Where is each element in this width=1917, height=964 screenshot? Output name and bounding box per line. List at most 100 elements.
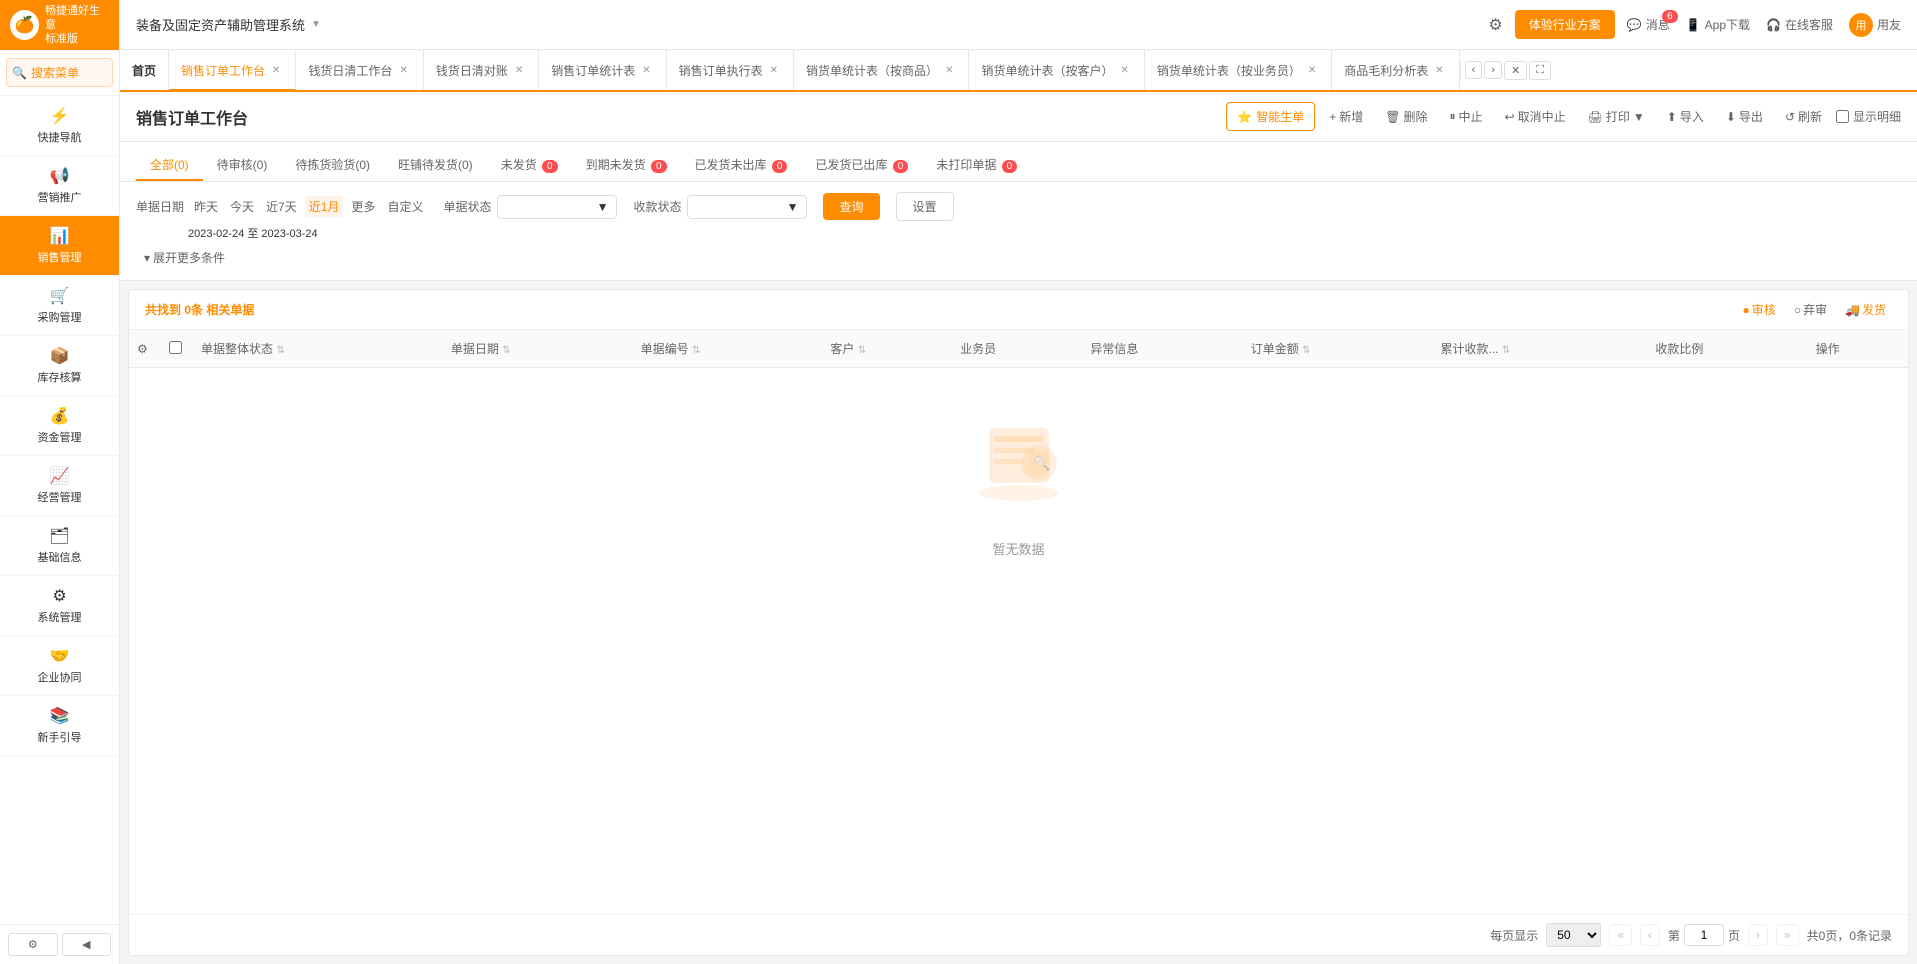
search-menu-button[interactable]: 🔍 搜索菜单 bbox=[6, 58, 113, 87]
date-option-yesterday[interactable]: 昨天 bbox=[190, 196, 222, 217]
sidebar-item-guide[interactable]: 📚 新手引导 bbox=[0, 696, 119, 756]
date-option-7days[interactable]: 近7天 bbox=[262, 196, 301, 217]
tab-fullscreen-button[interactable]: ⛶ bbox=[1529, 61, 1551, 80]
topbar-settings-icon[interactable]: ⚙ bbox=[1488, 15, 1502, 35]
filter-tab-wangpu-ship[interactable]: 旺铺待发货(0) bbox=[384, 150, 487, 181]
trial-button[interactable]: 体验行业方案 bbox=[1515, 10, 1615, 39]
sidebar-collapse-button[interactable]: ◀ bbox=[62, 933, 112, 956]
tab-cash-daily[interactable]: 钱货日清工作台 ✕ bbox=[296, 50, 423, 90]
sidebar-item-quick-nav[interactable]: ⚡ 快捷导航 bbox=[0, 96, 119, 156]
tab-close-all-button[interactable]: ✕ bbox=[1504, 61, 1527, 80]
export-button[interactable]: ⬇ 导出 bbox=[1718, 104, 1771, 129]
bulk-review-button[interactable]: ● 审核 bbox=[1737, 298, 1782, 321]
table-header-row: ⚙ 单据整体状态 ⇅ 单据日期 ⇅ bbox=[129, 330, 1908, 368]
sort-amount-icon[interactable]: ⇅ bbox=[1302, 345, 1310, 356]
sort-collected-icon[interactable]: ⇅ bbox=[1502, 345, 1510, 356]
filter-tab-pending-inspect[interactable]: 待拣货验货(0) bbox=[281, 150, 384, 181]
filter-tab-shipped-out[interactable]: 已发货已出库 0 bbox=[801, 150, 922, 181]
filter-tab-not-printed[interactable]: 未打印单据 0 bbox=[922, 150, 1031, 181]
sales-workbench-tab-close[interactable]: ✕ bbox=[269, 64, 283, 77]
sort-date-icon[interactable]: ⇅ bbox=[502, 345, 510, 356]
refresh-button[interactable]: ↺ 刷新 bbox=[1777, 104, 1830, 129]
smart-create-button[interactable]: ⭐ 智能生单 bbox=[1226, 102, 1315, 131]
settings-button[interactable]: 设置 bbox=[896, 192, 954, 221]
cash-reconcile-tab-close[interactable]: ✕ bbox=[512, 64, 526, 77]
date-option-more[interactable]: 更多 bbox=[347, 196, 379, 217]
sidebar-settings-button[interactable]: ⚙ bbox=[8, 933, 58, 956]
message-action[interactable]: 💬 消息 6 bbox=[1627, 16, 1670, 33]
cash-daily-tab-close[interactable]: ✕ bbox=[396, 64, 410, 77]
show-detail-checkbox[interactable]: 显示明细 bbox=[1836, 108, 1901, 125]
expand-button[interactable]: ▾ 展开更多条件 bbox=[136, 245, 1901, 270]
cancel-suspend-button[interactable]: ↩ 取消中止 bbox=[1497, 104, 1574, 129]
import-button[interactable]: ⬆ 导入 bbox=[1659, 104, 1712, 129]
status-select[interactable]: ▼ bbox=[497, 195, 617, 219]
show-detail-input[interactable] bbox=[1836, 110, 1849, 123]
dropdown-arrow-icon: ▼ bbox=[311, 19, 321, 30]
tab-sales-workbench[interactable]: 销售订单工作台 ✕ bbox=[169, 51, 296, 91]
last-page-button[interactable]: » bbox=[1776, 924, 1799, 946]
user-action[interactable]: 用 用友 bbox=[1849, 13, 1901, 37]
filter-tab-all[interactable]: 全部(0) bbox=[136, 150, 203, 181]
tab-sales-stats[interactable]: 销售订单统计表 ✕ bbox=[539, 50, 666, 90]
date-option-1month[interactable]: 近1月 bbox=[305, 196, 344, 217]
date-option-today[interactable]: 今天 bbox=[226, 196, 258, 217]
sidebar-item-collab[interactable]: 🤝 企业协同 bbox=[0, 636, 119, 696]
tab-prev-button[interactable]: ‹ bbox=[1465, 61, 1483, 79]
sidebar-item-inventory[interactable]: 📦 库存核算 bbox=[0, 336, 119, 396]
tab-sales-summary-staff[interactable]: 销货单统计表（按业务员） ✕ bbox=[1145, 50, 1332, 90]
col-header-status: 单据整体状态 ⇅ bbox=[193, 330, 443, 368]
purchase-icon: 🛒 bbox=[50, 286, 70, 306]
add-button[interactable]: + 新增 bbox=[1321, 104, 1371, 129]
app-download-action[interactable]: 📱 App下载 bbox=[1686, 16, 1750, 33]
quick-nav-icon: ⚡ bbox=[50, 106, 70, 126]
sidebar-item-sales[interactable]: 📊 销售管理 bbox=[0, 216, 119, 276]
prev-page-button[interactable]: ‹ bbox=[1640, 924, 1660, 946]
page-size-select[interactable]: 20 50 100 bbox=[1546, 923, 1601, 947]
query-button[interactable]: 查询 bbox=[823, 193, 879, 220]
first-page-button[interactable]: « bbox=[1609, 924, 1632, 946]
bulk-ship-button[interactable]: 🚚 发货 bbox=[1839, 298, 1892, 321]
home-tab-label: 首页 bbox=[132, 62, 156, 79]
cash-daily-tab-label: 钱货日清工作台 bbox=[308, 62, 392, 79]
sidebar-item-basic-info[interactable]: 🗂 基础信息 bbox=[0, 516, 119, 576]
sales-exec-tab-close[interactable]: ✕ bbox=[767, 64, 781, 77]
gross-profit-tab-close[interactable]: ✕ bbox=[1432, 64, 1446, 77]
sales-summary-product-tab-close[interactable]: ✕ bbox=[942, 64, 956, 77]
sidebar-item-system[interactable]: ⚙ 系统管理 bbox=[0, 576, 119, 636]
expand-row: ▾ 展开更多条件 bbox=[136, 245, 1901, 270]
filter-tab-overdue-ship[interactable]: 到期未发货 0 bbox=[572, 150, 681, 181]
col-checkbox bbox=[161, 330, 193, 368]
filter-tab-pending-review[interactable]: 待审核(0) bbox=[203, 150, 282, 181]
column-settings-icon[interactable]: ⚙ bbox=[137, 342, 148, 356]
online-support-action[interactable]: 🎧 在线客服 bbox=[1766, 16, 1833, 33]
payment-select[interactable]: ▼ bbox=[687, 195, 807, 219]
select-all-checkbox[interactable] bbox=[169, 341, 182, 354]
sidebar-item-operation[interactable]: 📈 经营管理 bbox=[0, 456, 119, 516]
tab-sales-summary-customer[interactable]: 销货单统计表（按客户） ✕ bbox=[969, 50, 1144, 90]
date-option-custom[interactable]: 自定义 bbox=[383, 196, 427, 217]
suspend-button[interactable]: ⏸ 中止 bbox=[1442, 104, 1491, 129]
sort-status-icon[interactable]: ⇅ bbox=[276, 345, 284, 356]
tab-sales-summary-product[interactable]: 销货单统计表（按商品） ✕ bbox=[794, 50, 969, 90]
print-button[interactable]: 🖨 打印 ▼ bbox=[1580, 104, 1653, 129]
sidebar-item-finance[interactable]: 💰 资金管理 bbox=[0, 396, 119, 456]
filter-tab-shipped-not-out[interactable]: 已发货未出库 0 bbox=[681, 150, 802, 181]
tab-home[interactable]: 首页 bbox=[120, 50, 169, 90]
tab-next-button[interactable]: › bbox=[1484, 61, 1502, 79]
sidebar-item-marketing[interactable]: 📢 营销推广 bbox=[0, 156, 119, 216]
sort-number-icon[interactable]: ⇅ bbox=[692, 345, 700, 356]
tab-gross-profit[interactable]: 商品毛利分析表 ✕ bbox=[1332, 50, 1459, 90]
tab-cash-reconcile[interactable]: 钱货日清对账 ✕ bbox=[424, 50, 539, 90]
sales-summary-customer-tab-close[interactable]: ✕ bbox=[1117, 64, 1131, 77]
page-number-input[interactable] bbox=[1684, 924, 1724, 946]
sales-stats-tab-close[interactable]: ✕ bbox=[639, 64, 653, 77]
bulk-unreview-button[interactable]: ○ 弃审 bbox=[1788, 298, 1833, 321]
delete-button[interactable]: 🗑 删除 bbox=[1377, 104, 1435, 129]
filter-tab-not-shipped[interactable]: 未发货 0 bbox=[487, 150, 572, 181]
sales-summary-staff-tab-close[interactable]: ✕ bbox=[1305, 64, 1319, 77]
sidebar-item-purchase[interactable]: 🛒 采购管理 bbox=[0, 276, 119, 336]
tab-sales-exec[interactable]: 销售订单执行表 ✕ bbox=[667, 50, 794, 90]
next-page-button[interactable]: › bbox=[1748, 924, 1768, 946]
sort-customer-icon[interactable]: ⇅ bbox=[858, 345, 866, 356]
